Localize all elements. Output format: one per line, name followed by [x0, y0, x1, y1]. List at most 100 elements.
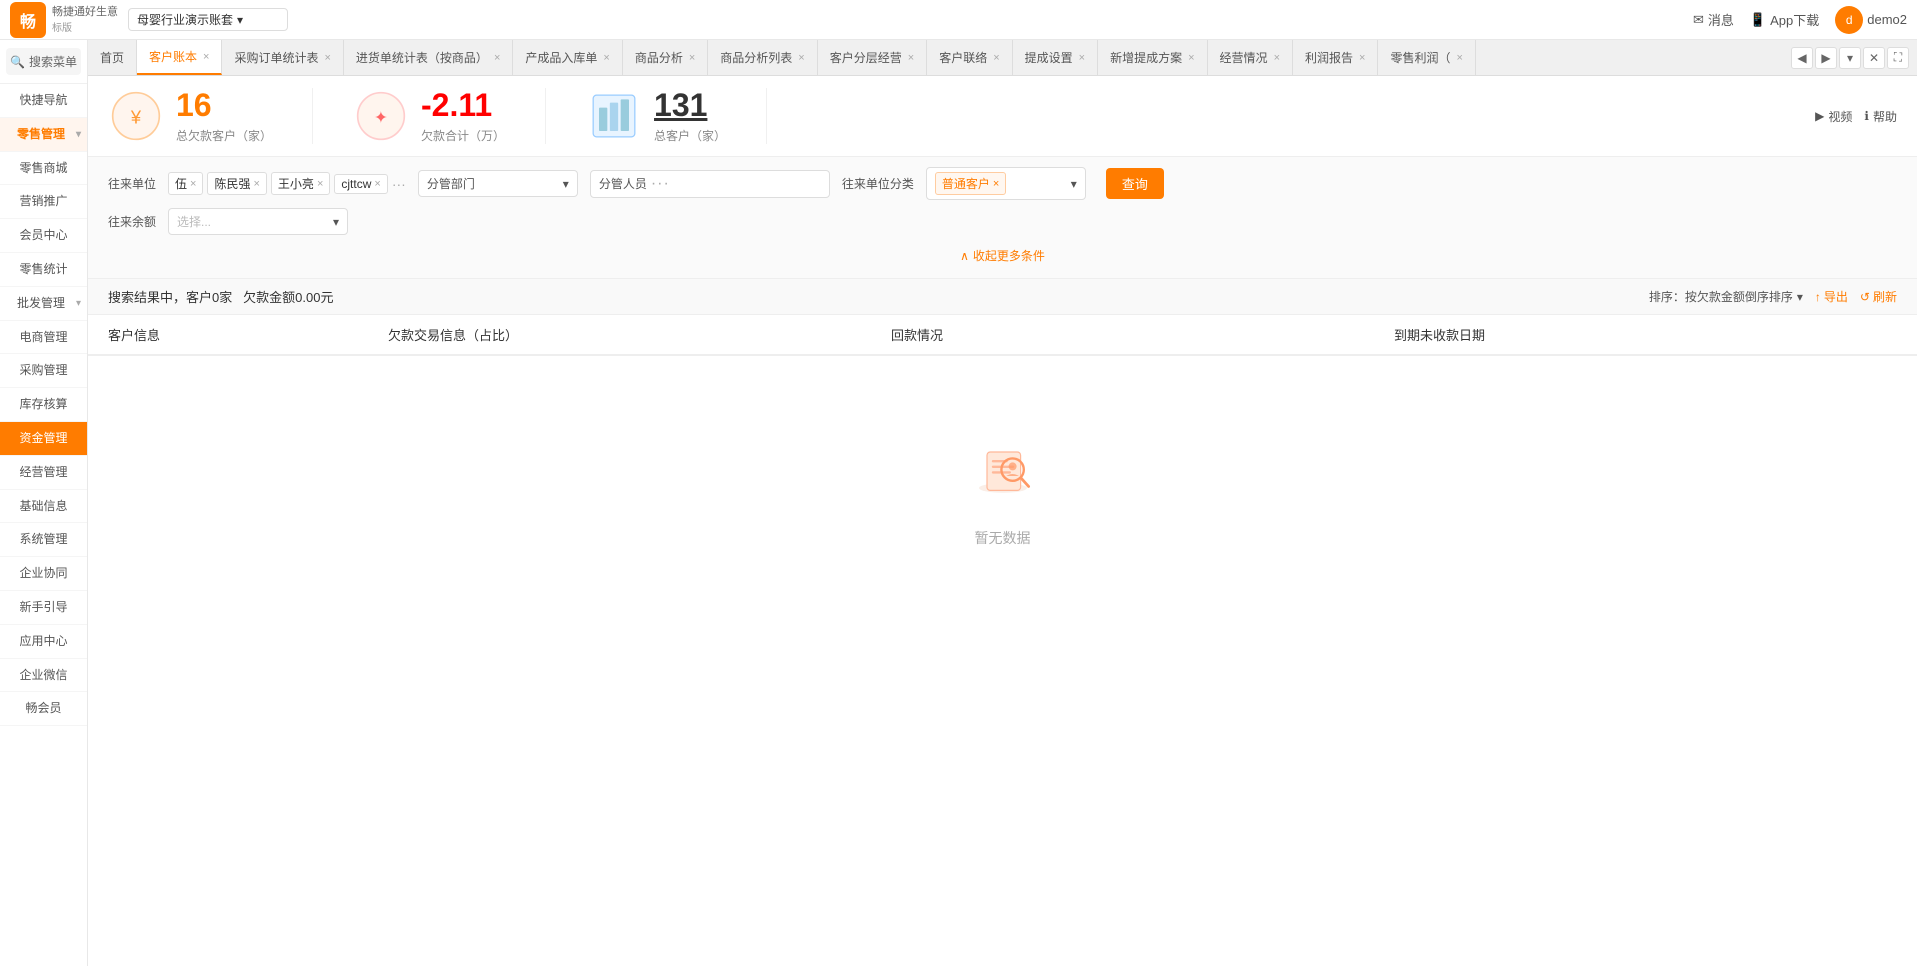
balance-filter-select[interactable]: 选择... ▾ — [168, 208, 348, 235]
sidebar-item-basic-info[interactable]: 基础信息 — [0, 490, 87, 524]
refresh-button[interactable]: ↺ 刷新 — [1860, 288, 1897, 305]
tab-business-situation[interactable]: 经营情况 × — [1208, 40, 1293, 75]
tab-close-customer-ledger[interactable]: × — [203, 51, 209, 63]
tab-customer-tier[interactable]: 客户分层经营 × — [818, 40, 927, 75]
message-btn[interactable]: ✉ 消息 — [1693, 10, 1734, 29]
collapse-label: 收起更多条件 — [973, 247, 1045, 264]
tab-customer-contact[interactable]: 客户联络 × — [927, 40, 1012, 75]
tag-chen-label: 陈民强 — [214, 175, 250, 192]
newbie-label: 新手引导 — [6, 599, 81, 616]
tab-close-10[interactable]: × — [1188, 52, 1194, 64]
tab-close-6[interactable]: × — [798, 52, 804, 64]
user-area[interactable]: d demo2 — [1835, 6, 1907, 34]
tab-incoming-stats[interactable]: 进货单统计表（按商品） × — [344, 40, 513, 75]
logo-sub: 标版 — [52, 19, 118, 34]
tab-close-5[interactable]: × — [689, 52, 695, 64]
sidebar-item-quick-nav[interactable]: 快捷导航 — [0, 84, 87, 118]
tab-product-analysis-list[interactable]: 商品分析列表 × — [708, 40, 817, 75]
data-table: 客户信息 欠款交易信息（占比） 回款情况 到期未收款日期 — [88, 315, 1917, 628]
sidebar-item-wechat[interactable]: 企业微信 — [0, 659, 87, 693]
stat-info-debt-amount: -2.11 欠款合计（万） — [421, 89, 505, 144]
tab-close-13[interactable]: × — [1456, 52, 1462, 64]
tab-close-all-button[interactable]: ✕ — [1863, 47, 1885, 69]
retail-stats-label: 零售统计 — [6, 261, 81, 278]
purchase-label: 采购管理 — [6, 362, 81, 379]
logo-icon: 畅 — [10, 2, 46, 38]
sidebar-item-member-center[interactable]: 会员中心 — [0, 219, 87, 253]
tab-close-8[interactable]: × — [993, 52, 999, 64]
tab-prev-button[interactable]: ◀ — [1791, 47, 1813, 69]
sidebar-item-enterprise[interactable]: 企业协同 — [0, 557, 87, 591]
tab-expand-button[interactable]: ⛶ — [1887, 47, 1909, 69]
dept-filter-select[interactable]: 分管部门 ▾ — [418, 170, 578, 197]
tab-new-commission[interactable]: 新增提成方案 × — [1098, 40, 1207, 75]
sidebar-item-newbie[interactable]: 新手引导 — [0, 591, 87, 625]
tab-menu-button[interactable]: ▾ — [1839, 47, 1861, 69]
app-download-btn[interactable]: 📱 App下载 — [1750, 10, 1819, 29]
system-label: 系统管理 — [6, 531, 81, 548]
tab-product-entry[interactable]: 产成品入库单 × — [513, 40, 622, 75]
enterprise-label: 企业协同 — [6, 565, 81, 582]
tag-wu-close[interactable]: × — [190, 178, 196, 190]
sidebar-item-wholesale[interactable]: 批发管理 ▾ — [0, 287, 87, 321]
tab-commission-setting-label: 提成设置 — [1025, 49, 1073, 66]
collapse-button[interactable]: ∧ 收起更多条件 — [960, 243, 1045, 268]
basic-info-label: 基础信息 — [6, 498, 81, 515]
tab-close-9[interactable]: × — [1079, 52, 1085, 64]
tab-profit-report[interactable]: 利润报告 × — [1293, 40, 1378, 75]
type-filter-select[interactable]: 普通客户 × ▾ — [926, 167, 1086, 200]
sidebar-item-finance[interactable]: 资金管理 — [0, 422, 87, 456]
stat-card-total-customers: 131 总客户（家） — [586, 88, 767, 144]
sidebar-item-retail-mall[interactable]: 零售商城 — [0, 152, 87, 186]
sidebar-item-system[interactable]: 系统管理 — [0, 523, 87, 557]
sidebar-item-retail-management[interactable]: 零售管理 ▾ — [0, 118, 87, 152]
type-filter-tag-close[interactable]: × — [993, 178, 999, 190]
tab-product-analysis[interactable]: 商品分析 × — [623, 40, 708, 75]
tab-purchase-order-stats[interactable]: 采购订单统计表 × — [222, 40, 343, 75]
dept-chevron-icon: ▾ — [563, 177, 569, 191]
tab-close-7[interactable]: × — [908, 52, 914, 64]
more-tags-btn[interactable]: ··· — [392, 176, 406, 192]
search-menu-button[interactable]: 🔍 搜索菜单 — [6, 48, 81, 75]
person-filter-select[interactable]: 分管人员 ··· — [590, 170, 830, 198]
sort-label: 排序：按欠款金额倒序排序 — [1649, 288, 1793, 305]
operations-label: 经营管理 — [6, 464, 81, 481]
help-button[interactable]: ℹ 帮助 — [1864, 108, 1897, 125]
sidebar-item-app-center[interactable]: 应用中心 — [0, 625, 87, 659]
message-label: 消息 — [1708, 10, 1734, 29]
sidebar-item-purchase[interactable]: 采购管理 — [0, 354, 87, 388]
export-button[interactable]: ↑ 导出 — [1815, 288, 1848, 305]
sidebar-item-marketing[interactable]: 营销推广 — [0, 185, 87, 219]
wechat-label: 企业微信 — [6, 667, 81, 684]
account-name: 母婴行业演示账套 — [137, 11, 233, 28]
retail-mall-label: 零售商城 — [6, 160, 81, 177]
sidebar-item-ecommerce[interactable]: 电商管理 — [0, 321, 87, 355]
sort-selector[interactable]: 排序：按欠款金额倒序排序 ▾ — [1649, 288, 1803, 305]
tab-retail-profit[interactable]: 零售利润（ × — [1378, 40, 1475, 75]
empty-state: 暂无数据 — [88, 356, 1917, 628]
tab-close-3[interactable]: × — [494, 52, 500, 64]
sidebar-item-inventory[interactable]: 库存核算 — [0, 388, 87, 422]
tab-product-analysis-list-label: 商品分析列表 — [720, 49, 792, 66]
tab-close-12[interactable]: × — [1359, 52, 1365, 64]
query-button[interactable]: 查询 — [1106, 168, 1164, 199]
svg-text:✦: ✦ — [374, 108, 388, 127]
tag-wang-close[interactable]: × — [317, 178, 323, 190]
tab-close-4[interactable]: × — [603, 52, 609, 64]
sidebar-item-retail-stats[interactable]: 零售统计 — [0, 253, 87, 287]
account-selector[interactable]: 母婴行业演示账套 ▾ — [128, 8, 288, 31]
sidebar-item-member[interactable]: 畅会员 — [0, 692, 87, 726]
tag-cjttcw-close[interactable]: × — [374, 178, 380, 190]
video-help-button[interactable]: ▶ 视频 — [1815, 108, 1852, 125]
stat-value-debt-amount: -2.11 — [421, 89, 505, 121]
tab-next-button[interactable]: ▶ — [1815, 47, 1837, 69]
stat-label-debt-amount: 欠款合计（万） — [421, 127, 505, 144]
sidebar-item-operations[interactable]: 经营管理 — [0, 456, 87, 490]
tab-commission-setting[interactable]: 提成设置 × — [1013, 40, 1098, 75]
tab-customer-ledger[interactable]: 客户账本 × — [137, 40, 222, 75]
tag-chen-close[interactable]: × — [253, 178, 259, 190]
person-filter-dots[interactable]: ··· — [651, 175, 670, 193]
tab-close-11[interactable]: × — [1274, 52, 1280, 64]
tab-home[interactable]: 首页 — [88, 40, 137, 75]
tab-close-2[interactable]: × — [324, 52, 330, 64]
